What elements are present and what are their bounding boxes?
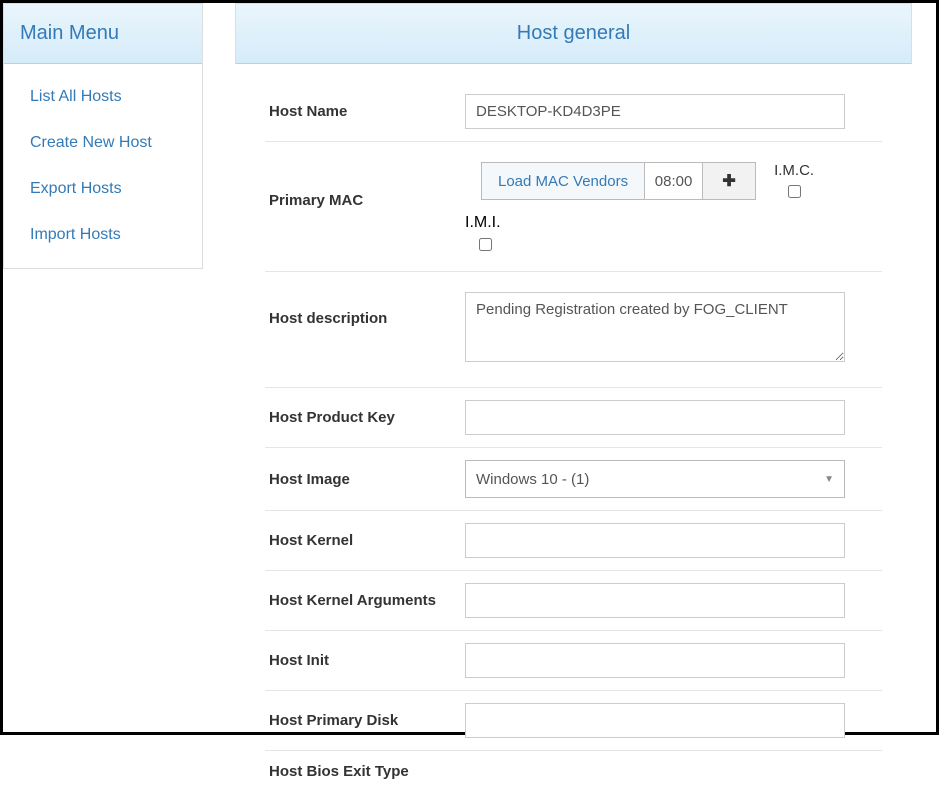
label-host-kernel: Host Kernel xyxy=(265,532,465,549)
label-host-description: Host description xyxy=(265,292,465,327)
chevron-down-icon: ▼ xyxy=(824,474,834,485)
host-primary-disk-input[interactable] xyxy=(465,703,845,738)
page-title: Host general xyxy=(235,3,912,64)
label-host-product-key: Host Product Key xyxy=(265,409,465,426)
sidebar-item-create-new-host[interactable]: Create New Host xyxy=(4,120,202,166)
host-kernel-input[interactable] xyxy=(465,523,845,558)
host-image-select[interactable]: Windows 10 - (1) ▼ xyxy=(465,460,845,498)
sidebar-title: Main Menu xyxy=(4,4,202,64)
label-host-kernel-arguments: Host Kernel Arguments xyxy=(265,592,465,609)
sidebar-item-list-all-hosts[interactable]: List All Hosts xyxy=(4,74,202,120)
imc-label: I.M.C. xyxy=(774,162,814,179)
host-product-key-input[interactable] xyxy=(465,400,845,435)
label-host-init: Host Init xyxy=(265,652,465,669)
add-mac-button[interactable]: ✚ xyxy=(703,163,755,199)
imc-checkbox[interactable] xyxy=(788,185,801,198)
host-init-input[interactable] xyxy=(465,643,845,678)
label-host-image: Host Image xyxy=(265,471,465,488)
imi-checkbox[interactable] xyxy=(479,238,492,251)
label-host-name: Host Name xyxy=(265,103,465,120)
primary-mac-input[interactable] xyxy=(645,163,703,199)
sidebar-item-import-hosts[interactable]: Import Hosts xyxy=(4,212,202,258)
imi-label: I.M.I. xyxy=(465,214,501,231)
plus-icon: ✚ xyxy=(722,173,735,190)
host-image-value: Windows 10 - (1) xyxy=(476,471,824,488)
label-primary-mac: Primary MAC xyxy=(265,162,465,209)
sidebar-item-export-hosts[interactable]: Export Hosts xyxy=(4,166,202,212)
label-host-primary-disk: Host Primary Disk xyxy=(265,712,465,729)
host-name-input[interactable] xyxy=(465,94,845,129)
label-host-bios-exit-type: Host Bios Exit Type xyxy=(265,763,465,780)
host-description-input[interactable] xyxy=(465,292,845,362)
host-kernel-arguments-input[interactable] xyxy=(465,583,845,618)
load-mac-vendors-button[interactable]: Load MAC Vendors xyxy=(482,163,645,199)
